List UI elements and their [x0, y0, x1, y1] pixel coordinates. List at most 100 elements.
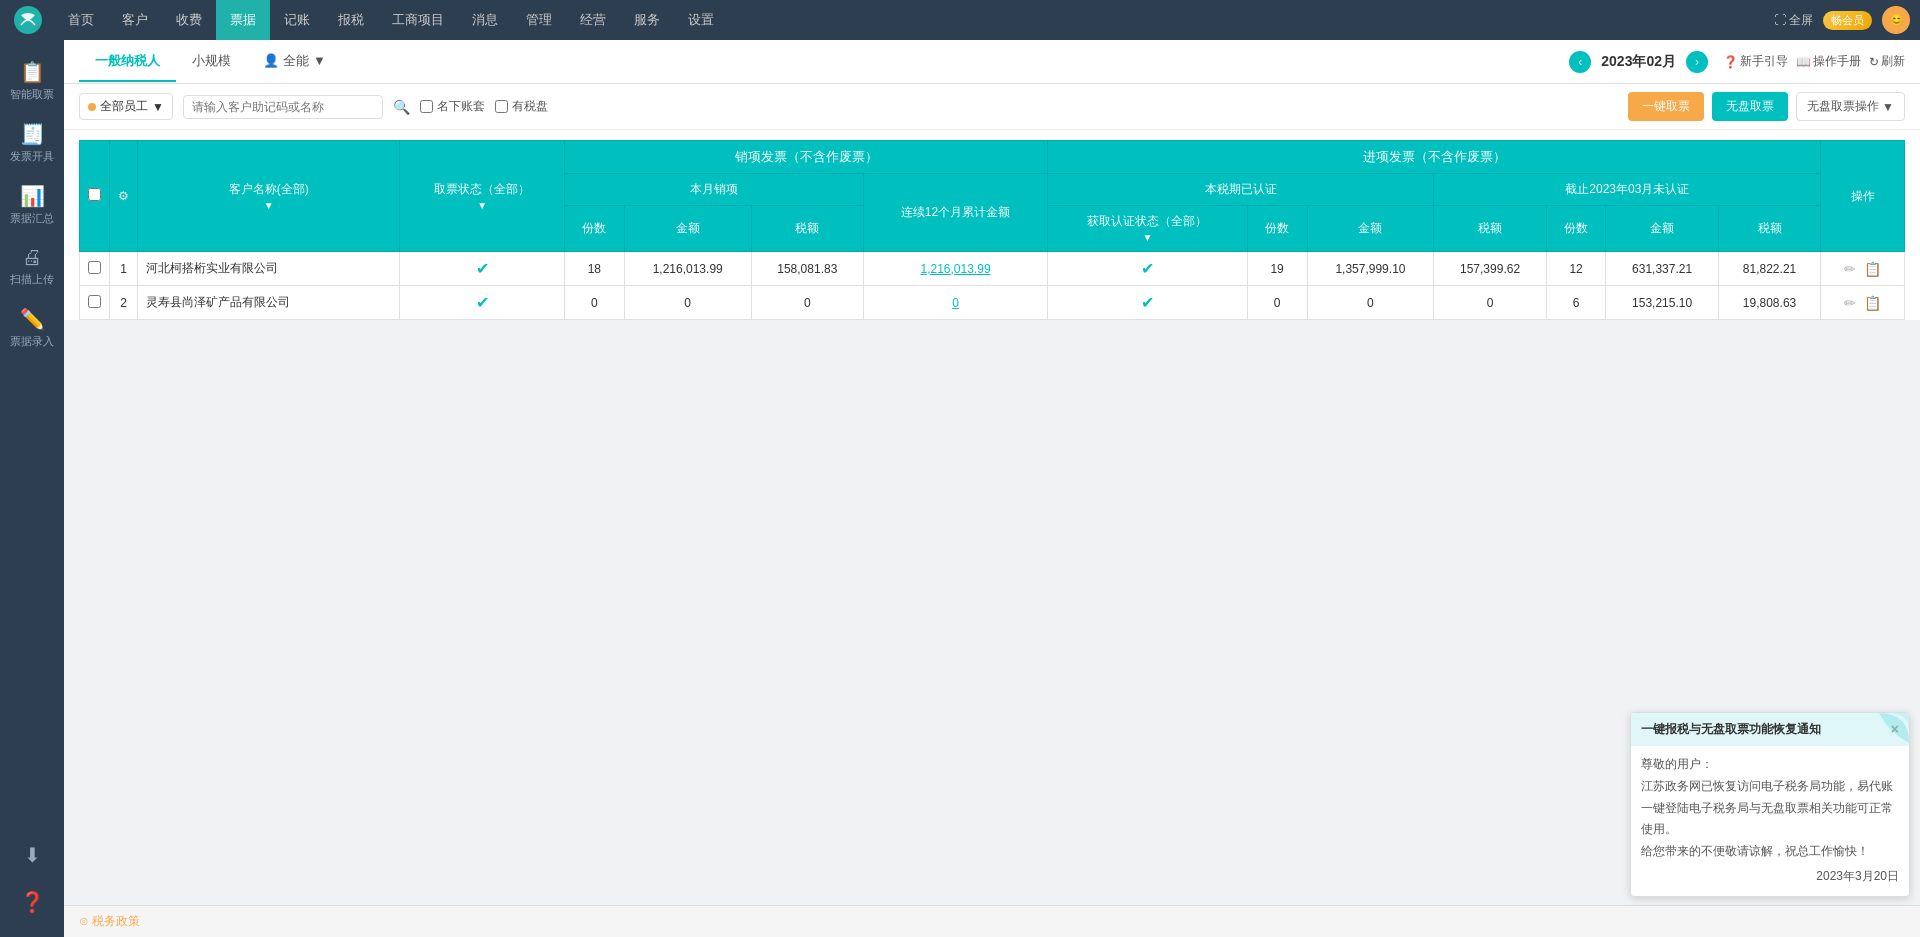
row-edit-icon-1[interactable]: ✏ [1844, 295, 1856, 311]
nav-tax[interactable]: 报税 [324, 0, 378, 40]
employee-select[interactable]: 全部员工 ▼ [79, 93, 173, 120]
th-certify-status: 获取认证状态（全部） ▼ [1048, 206, 1248, 252]
nav-home[interactable]: 首页 [54, 0, 108, 40]
certify-filter-icon[interactable]: ▼ [1142, 232, 1152, 243]
row-period-count-0: 19 [1247, 252, 1307, 286]
row-period-count-1: 0 [1247, 286, 1307, 320]
fullscreen-btn[interactable]: ⛶ 全屏 [1774, 12, 1813, 29]
row-copy-icon-0[interactable]: 📋 [1864, 261, 1881, 277]
sidebar-item-issue[interactable]: 🧾 发票开具 [0, 112, 64, 174]
th-settings[interactable]: ⚙ [110, 141, 138, 252]
invoice-table-wrap: ⚙ 客户名称(全部) ▼ 取票状态（全部） ▼ 销项发票（不含作废票） 进项发票… [64, 130, 1920, 320]
row-certify-status-1: ✔ [1048, 286, 1248, 320]
row-checkbox-0[interactable] [88, 261, 101, 274]
nav-customer[interactable]: 客户 [108, 0, 162, 40]
row-checkbox-cell[interactable] [80, 252, 110, 286]
customer-filter-icon[interactable]: ▼ [264, 200, 274, 211]
nav-income[interactable]: 收费 [162, 0, 216, 40]
th-uncert-count: 份数 [1546, 206, 1606, 252]
th-period-certified: 本税期已认证 [1048, 174, 1434, 206]
period-text: 2023年02月 [1601, 53, 1676, 71]
notif-greeting: 尊敬的用户： [1641, 754, 1899, 776]
tax-policy-link[interactable]: ⊙ 税务政策 [79, 913, 140, 930]
smart-fetch-icon: 📋 [20, 60, 45, 84]
sidebar-item-upload[interactable]: 🖨 扫描上传 [0, 236, 64, 297]
row-uncert-tax-0: 81,822.21 [1718, 252, 1821, 286]
nav-service[interactable]: 服务 [620, 0, 674, 40]
vip-button[interactable]: 畅会员 [1823, 11, 1872, 30]
row-cumulative-0[interactable]: 1,216,013.99 [863, 252, 1047, 286]
row-actions-0: ✏ 📋 [1821, 252, 1905, 286]
summary-icon: 📊 [20, 184, 45, 208]
row-uncert-tax-1: 19,808.63 [1718, 286, 1821, 320]
row-checkbox-cell[interactable] [80, 286, 110, 320]
nav-business[interactable]: 工商项目 [378, 0, 458, 40]
th-period-amount: 金额 [1307, 206, 1434, 252]
fetch-ticket-btn[interactable]: 一键取票 [1628, 92, 1704, 121]
sidebar: 📋 智能取票 🧾 发票开具 📊 票据汇总 🖨 扫描上传 ✏️ 票据录入 ⬇ ❓ [0, 40, 64, 937]
th-checkbox[interactable] [80, 141, 110, 252]
row-month-amount-0: 1,216,013.99 [624, 252, 751, 286]
sidebar-item-help[interactable]: ❓ [0, 880, 64, 927]
row-certify-status-0: ✔ [1048, 252, 1248, 286]
notif-body: 尊敬的用户： 江苏政务网已恢复访问电子税务局功能，易代账一键登陆电子税务局与无盘… [1631, 746, 1909, 896]
sidebar-item-summary[interactable]: 📊 票据汇总 [0, 174, 64, 236]
taxdisk-checkbox-label[interactable]: 有税盘 [495, 98, 548, 115]
th-ops: 操作 [1821, 141, 1905, 252]
tab-bar: 一般纳税人 小规模 👤 全能 ▼ ‹ 2023年02月 › ❓ 新手引导 📖 操… [64, 40, 1920, 84]
select-all-checkbox[interactable] [88, 188, 101, 201]
th-uncert-tax: 税额 [1718, 206, 1821, 252]
row-copy-icon-1[interactable]: 📋 [1864, 295, 1881, 311]
search-button[interactable]: 🔍 [393, 99, 410, 115]
search-input[interactable] [183, 95, 383, 119]
nav-settings[interactable]: 设置 [674, 0, 728, 40]
row-edit-icon-0[interactable]: ✏ [1844, 261, 1856, 277]
refresh-btn[interactable]: ↻ 刷新 [1869, 53, 1905, 70]
no-disk-fetch-btn[interactable]: 无盘取票 [1712, 92, 1788, 121]
notif-date: 2023年3月20日 [1641, 866, 1899, 888]
tab-small[interactable]: 小规模 [176, 42, 247, 82]
sidebar-item-smart-fetch[interactable]: 📋 智能取票 [0, 50, 64, 112]
nav-message[interactable]: 消息 [458, 0, 512, 40]
nav-operation[interactable]: 经营 [566, 0, 620, 40]
nav-manage[interactable]: 管理 [512, 0, 566, 40]
employee-dropdown-icon: ▼ [152, 100, 164, 114]
row-checkbox-1[interactable] [88, 295, 101, 308]
row-customer-1: 灵寿县尚泽矿产品有限公司 [138, 286, 400, 320]
row-cumulative-1[interactable]: 0 [863, 286, 1047, 320]
notif-close-btn[interactable]: × [1891, 721, 1899, 737]
taxdisk-checkbox[interactable] [495, 100, 508, 113]
tab-general[interactable]: 一般纳税人 [79, 42, 176, 82]
row-period-amount-1: 0 [1307, 286, 1434, 320]
no-disk-ops-btn[interactable]: 无盘取票操作 ▼ [1796, 92, 1905, 121]
row-uncert-count-0: 12 [1546, 252, 1606, 286]
period-next-btn[interactable]: › [1686, 51, 1708, 73]
sidebar-item-download[interactable]: ⬇ [0, 833, 64, 880]
notification-panel: 一键报税与无盘取票功能恢复通知 × 尊敬的用户： 江苏政务网已恢复访问电子税务局… [1630, 712, 1910, 897]
sidebar-bottom: ⬇ ❓ [0, 833, 64, 937]
notif-content: 江苏政务网已恢复访问电子税务局功能，易代账一键登陆电子税务局与无盘取票相关功能可… [1641, 776, 1899, 841]
nav-items: 首页 客户 收费 票据 记账 报税 工商项目 消息 管理 经营 服务 设置 [54, 0, 1774, 40]
top-nav: 首页 客户 收费 票据 记账 报税 工商项目 消息 管理 经营 服务 设置 ⛶ … [0, 0, 1920, 40]
refresh-icon: ↻ [1869, 55, 1879, 69]
row-period-tax-0: 157,399.62 [1434, 252, 1546, 286]
issue-icon: 🧾 [20, 122, 45, 146]
entry-icon: ✏️ [20, 307, 45, 331]
account-checkbox[interactable] [420, 100, 433, 113]
tab-all[interactable]: 👤 全能 ▼ [247, 42, 342, 82]
th-month-sales: 本月销项 [565, 174, 864, 206]
period-prev-btn[interactable]: ‹ [1569, 51, 1591, 73]
fetch-status-filter-icon[interactable]: ▼ [477, 200, 487, 211]
row-uncert-count-1: 6 [1546, 286, 1606, 320]
avatar[interactable]: 😊 [1882, 6, 1910, 34]
nav-bookkeeping[interactable]: 记账 [270, 0, 324, 40]
notif-apology: 给您带来的不便敬请谅解，祝总工作愉快！ [1641, 841, 1899, 863]
row-month-count-0: 18 [565, 252, 625, 286]
sidebar-item-entry[interactable]: ✏️ 票据录入 [0, 297, 64, 359]
new-guide-btn[interactable]: ❓ 新手引导 [1723, 53, 1788, 70]
row-customer-0: 河北柯搭桁实业有限公司 [138, 252, 400, 286]
manual-btn[interactable]: 📖 操作手册 [1796, 53, 1861, 70]
nav-invoice[interactable]: 票据 [216, 0, 270, 40]
row-num-0: 1 [110, 252, 138, 286]
account-checkbox-label[interactable]: 名下账套 [420, 98, 485, 115]
